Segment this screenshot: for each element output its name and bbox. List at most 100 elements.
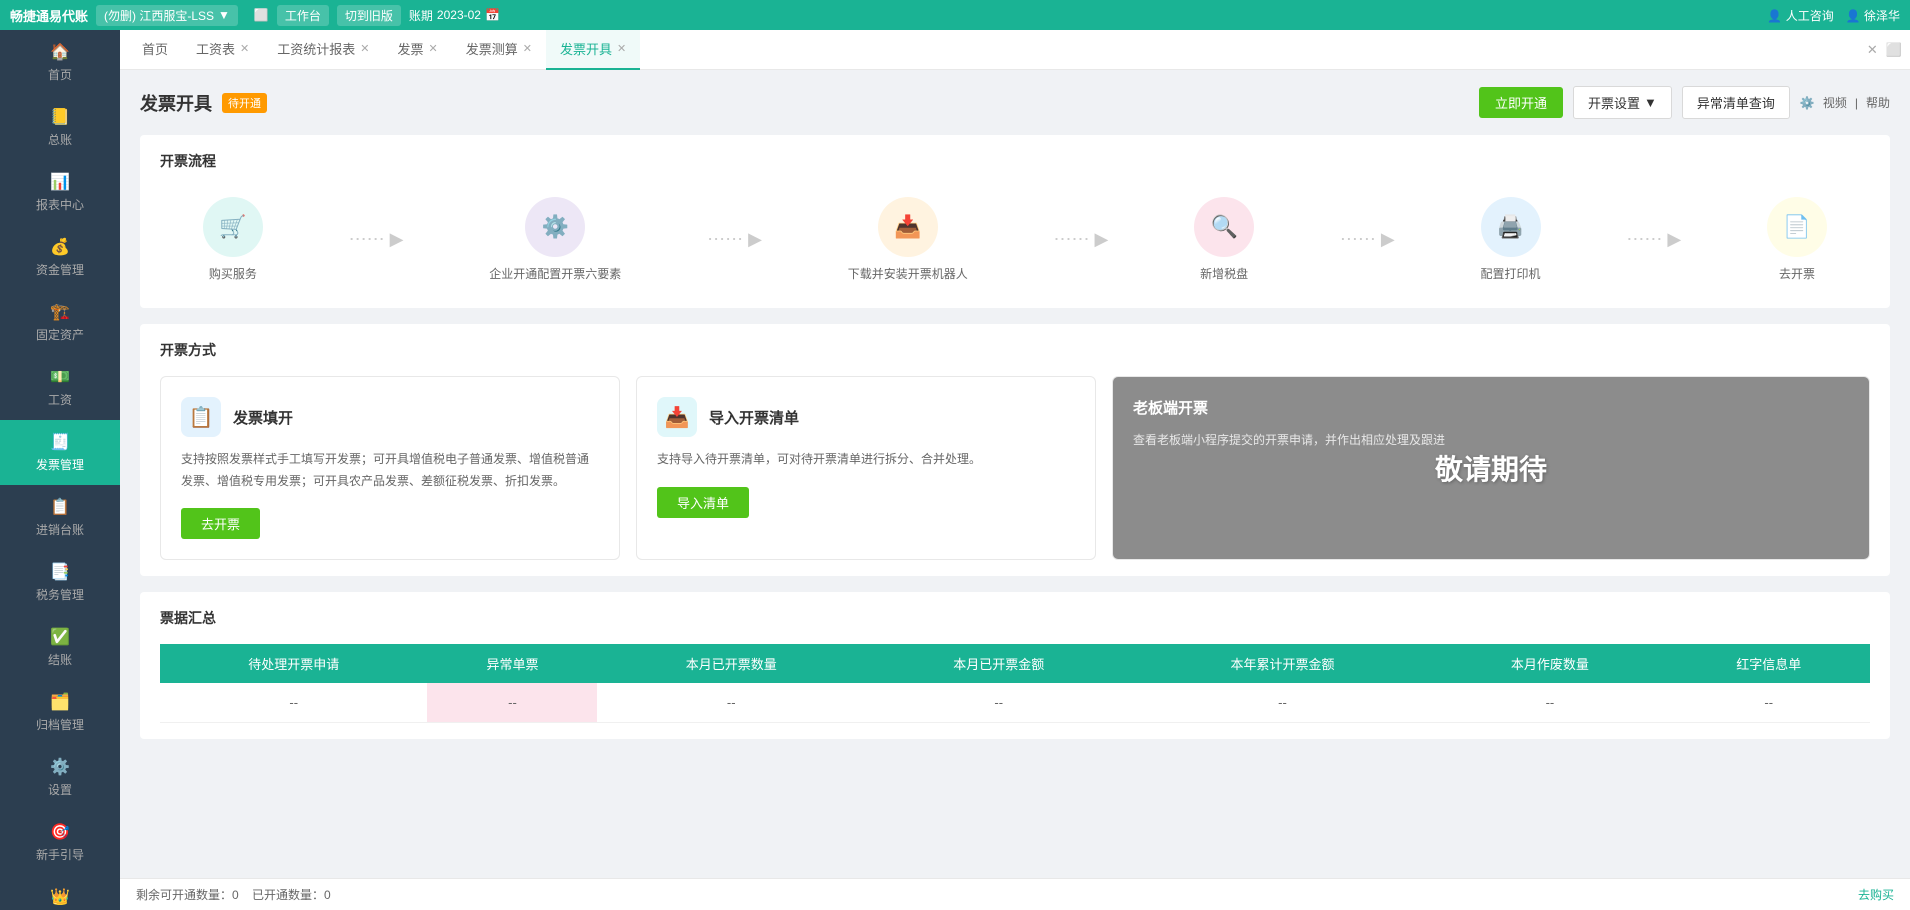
process-step-issue[interactable]: 📄 去开票: [1767, 197, 1827, 282]
abnormal-query-button[interactable]: 异常清单查询: [1682, 86, 1790, 119]
billing-methods: 📋 发票填开 支持按照发票样式手工填写开发票；可开具增值税电子普通发票、增值税普…: [160, 376, 1870, 560]
process-step-taxbox[interactable]: 🔍 新增税盘: [1194, 197, 1254, 282]
process-step-buy[interactable]: 🛒 购买服务: [203, 197, 263, 282]
buy-link[interactable]: 去购买: [1858, 886, 1894, 903]
sidebar-item-funds[interactable]: 💰 资金管理: [0, 225, 120, 290]
switch-old-button[interactable]: 切到旧版: [337, 5, 401, 26]
workbench-button[interactable]: 工作台: [277, 5, 329, 26]
col-abnormal: 异常单票: [427, 644, 597, 683]
billing-fill-desc: 支持按照发票样式手工填写开发票；可开具增值税电子普通发票、增值税普通发票、增值税…: [181, 449, 599, 492]
process-step-config[interactable]: ⚙️ 企业开通配置开票六要素: [489, 197, 621, 282]
copy-icon: ⬜: [254, 8, 269, 22]
cell-void-qty: --: [1432, 683, 1667, 723]
member-icon: 👑: [50, 887, 70, 907]
coming-soon-label: 敬请期待: [1435, 448, 1547, 488]
tab-invoice-label: 发票: [397, 39, 423, 58]
billing-fill-title: 发票填开: [233, 407, 293, 428]
open-now-button[interactable]: 立即开通: [1479, 87, 1563, 118]
page-title: 发票开具: [140, 90, 212, 116]
process-step-download[interactable]: 📥 下载并安装开票机器人: [848, 197, 968, 282]
sidebar-item-ledger[interactable]: 📒 总账: [0, 95, 120, 160]
process-label-download: 下载并安装开票机器人: [848, 265, 968, 282]
summary-title: 票据汇总: [160, 608, 1870, 628]
sidebar-label-settle: 结账: [48, 651, 72, 668]
process-flow-section: 开票流程 🛒 购买服务 ⋯⋯ ▶ ⚙️ 企业开通配置开票六要素 ⋯⋯ ▶ 📥 下…: [140, 135, 1890, 308]
sidebar-item-inout[interactable]: 📋 进销台账: [0, 485, 120, 550]
sidebar-item-member[interactable]: 👑 畅会员: [0, 875, 120, 910]
home-icon: 🏠: [50, 42, 70, 62]
tab-salary-table-label: 工资表: [196, 39, 235, 58]
company-selector[interactable]: (勿删) 江西服宝-LSS ▼: [96, 5, 238, 26]
tab-salary-stats-label: 工资统计报表: [277, 39, 355, 58]
sidebar-item-invoice[interactable]: 🧾 发票管理: [0, 420, 120, 485]
tab-home[interactable]: 首页: [128, 30, 182, 70]
billing-fill-icon: 📋: [181, 397, 221, 437]
sidebar-label-tax: 税务管理: [36, 586, 84, 603]
funds-icon: 💰: [50, 237, 70, 257]
open-settings-button[interactable]: 开票设置 ▼: [1573, 86, 1672, 119]
tab-invoice-tool-close[interactable]: ✕: [617, 42, 626, 55]
period-value: 2023-02: [437, 8, 481, 22]
arrow-1: ⋯⋯ ▶: [349, 229, 404, 250]
sidebar-item-newguide[interactable]: 🎯 新手引导: [0, 810, 120, 875]
sidebar-item-reports[interactable]: 📊 报表中心: [0, 160, 120, 225]
summary-row: -- -- -- -- -- -- --: [160, 683, 1870, 723]
sidebar-item-archive[interactable]: 🗂️ 归档管理: [0, 680, 120, 745]
sidebar-item-tax[interactable]: 📑 税务管理: [0, 550, 120, 615]
tab-salary-table-close[interactable]: ✕: [240, 42, 249, 55]
settings-gear-icon: ⚙️: [1800, 96, 1815, 110]
billing-fill-btn[interactable]: 去开票: [181, 508, 260, 539]
restore-icon[interactable]: ✕: [1867, 42, 1878, 58]
help-button[interactable]: 帮助: [1866, 94, 1890, 111]
cell-month-amt: --: [865, 683, 1132, 723]
user-info[interactable]: 👤 徐泽华: [1846, 7, 1900, 24]
tax-icon: 📑: [50, 562, 70, 582]
sidebar-item-salary[interactable]: 💵 工资: [0, 355, 120, 420]
tab-invoice-calc-close[interactable]: ✕: [523, 42, 532, 55]
tab-invoice-calc[interactable]: 发票测算 ✕: [452, 30, 546, 70]
process-label-taxbox: 新增税盘: [1200, 265, 1248, 282]
sidebar-label-archive: 归档管理: [36, 716, 84, 733]
sidebar-label-invoice: 发票管理: [36, 456, 84, 473]
billing-card-fill-header: 📋 发票填开: [181, 397, 599, 437]
tab-invoice-tool[interactable]: 发票开具 ✕: [546, 30, 640, 70]
process-label-buy: 购买服务: [209, 265, 257, 282]
tab-salary-stats-close[interactable]: ✕: [360, 42, 369, 55]
sidebar-label-funds: 资金管理: [36, 261, 84, 278]
tab-bar: 首页 工资表 ✕ 工资统计报表 ✕ 发票 ✕ 发票测算 ✕ 发票开具 ✕: [120, 30, 1910, 70]
maximize-icon[interactable]: ⬜: [1886, 42, 1902, 58]
sidebar-item-home[interactable]: 🏠 首页: [0, 30, 120, 95]
process-icon-buy: 🛒: [203, 197, 263, 257]
dropdown-icon: ▼: [218, 8, 230, 22]
sidebar-item-settle[interactable]: ✅ 结账: [0, 615, 120, 680]
tab-salary-stats[interactable]: 工资统计报表 ✕: [263, 30, 383, 70]
open-settings-label: 开票设置: [1588, 93, 1640, 112]
header-actions: 立即开通 开票设置 ▼ 异常清单查询 ⚙️ 视频 | 帮助: [1479, 86, 1890, 119]
support-button[interactable]: 👤 人工咨询: [1767, 7, 1833, 24]
period-selector[interactable]: 账期 2023-02 📅: [409, 7, 500, 24]
process-flow-title: 开票流程: [160, 151, 1870, 171]
col-month-amt: 本月已开票金额: [865, 644, 1132, 683]
calendar-icon: 📅: [485, 8, 500, 22]
process-icon-issue: 📄: [1767, 197, 1827, 257]
summary-section: 票据汇总 待处理开票申请 异常单票 本月已开票数量 本月已开票金额 本年累计开票…: [140, 592, 1890, 739]
billing-card-import-header: 📥 导入开票清单: [657, 397, 1075, 437]
tab-invoice-close[interactable]: ✕: [429, 42, 438, 55]
col-month-qty: 本月已开票数量: [597, 644, 864, 683]
cell-month-qty: --: [597, 683, 864, 723]
view-video-button[interactable]: 视频: [1823, 94, 1847, 111]
tab-salary-table[interactable]: 工资表 ✕: [182, 30, 263, 70]
top-bar: 畅捷通易代账 (勿删) 江西服宝-LSS ▼ ⬜ 工作台 切到旧版 账期 202…: [0, 0, 1910, 30]
process-step-printer[interactable]: 🖨️ 配置打印机: [1481, 197, 1541, 282]
archive-icon: 🗂️: [50, 692, 70, 712]
tab-invoice[interactable]: 发票 ✕: [383, 30, 451, 70]
billing-methods-section: 开票方式 📋 发票填开 支持按照发票样式手工填写开发票；可开具增值税电子普通发票…: [140, 324, 1890, 576]
page-header: 发票开具 待开通 立即开通 开票设置 ▼ 异常清单查询 ⚙️ 视频 | 帮助: [140, 86, 1890, 119]
billing-import-btn[interactable]: 导入清单: [657, 487, 749, 518]
opened-quota: 已开通数量：0: [252, 888, 331, 902]
sidebar-item-assets[interactable]: 🏗️ 固定资产: [0, 290, 120, 355]
tab-invoice-tool-label: 发票开具: [560, 39, 612, 58]
sidebar-item-settings[interactable]: ⚙️ 设置: [0, 745, 120, 810]
billing-import-desc: 支持导入待开票清单，可对待开票清单进行拆分、合并处理。: [657, 449, 1075, 471]
sidebar-label-inout: 进销台账: [36, 521, 84, 538]
